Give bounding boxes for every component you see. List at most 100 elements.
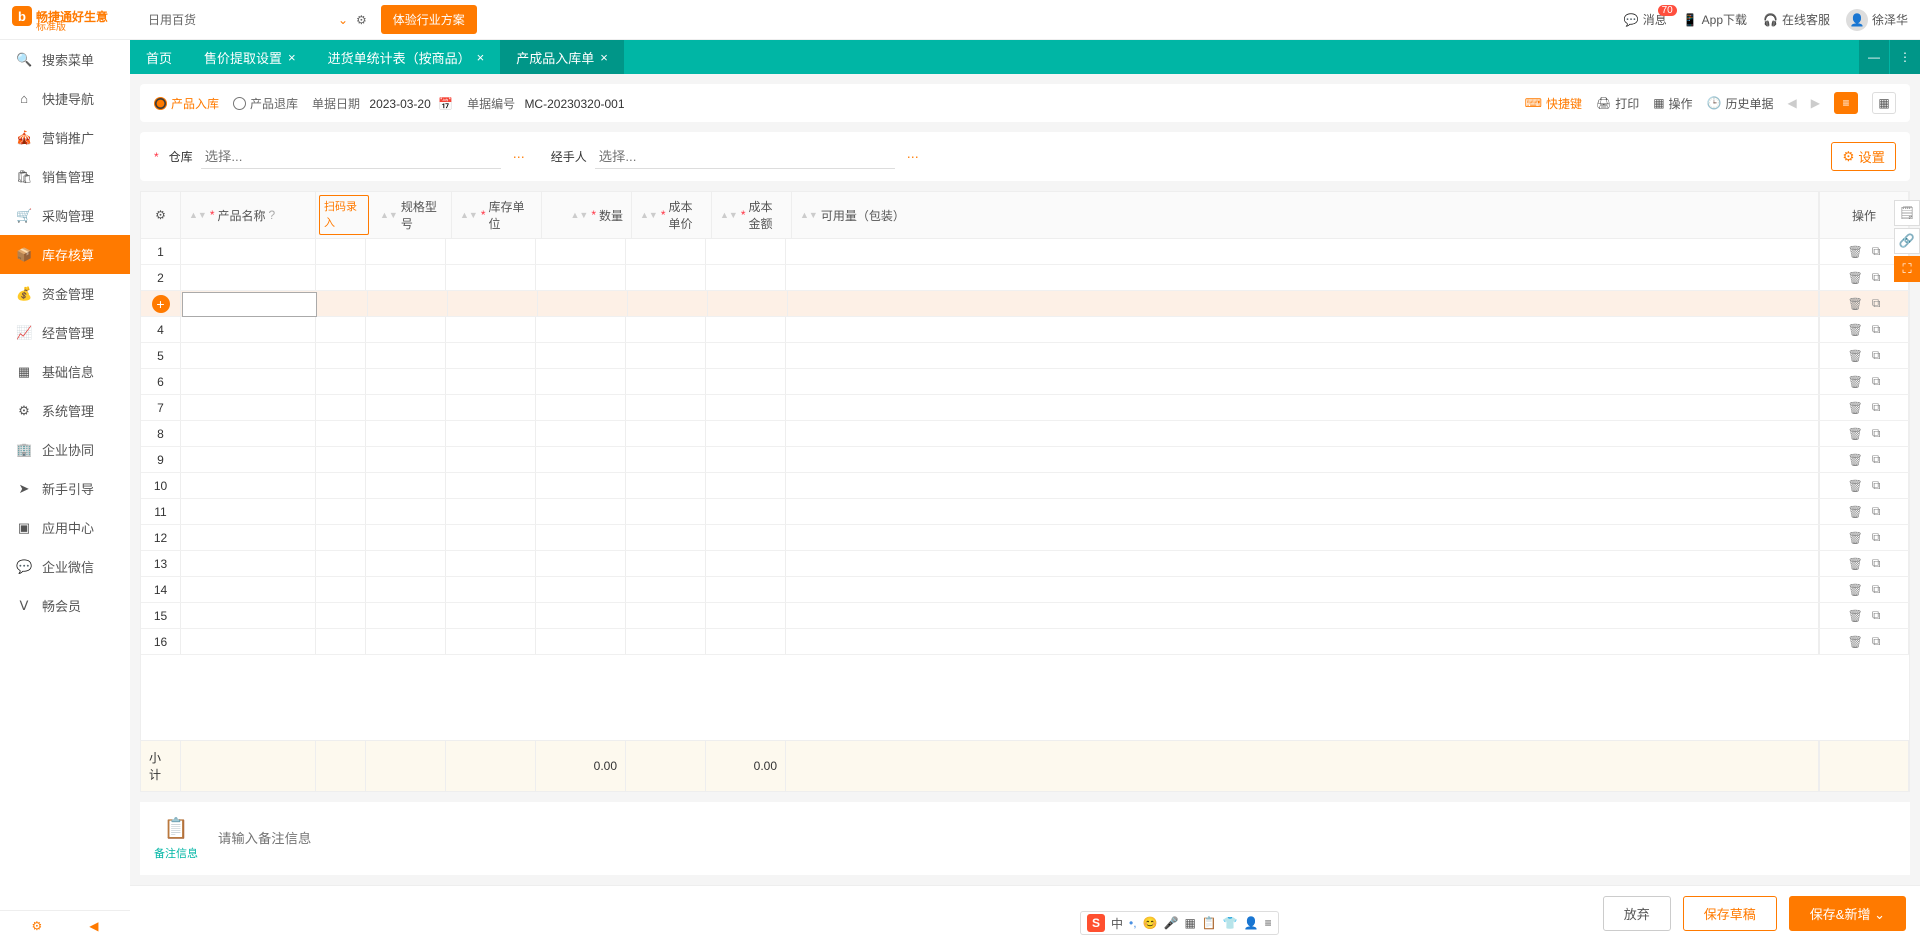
cell-qty[interactable] [536,239,626,264]
sidebar-item-1[interactable]: ⌂快捷导航 [0,79,130,118]
delete-icon[interactable]: 🗑 [1848,375,1863,389]
sidebar-item-13[interactable]: 💬企业微信 [0,547,130,586]
cell-name[interactable] [181,421,316,446]
cell-price[interactable] [626,473,706,498]
cell-unit[interactable] [448,291,538,316]
cell-qty[interactable] [536,369,626,394]
delete-icon[interactable]: 🗑 [1848,635,1863,649]
close-icon[interactable]: × [477,50,485,65]
delete-icon[interactable]: 🗑 [1848,323,1863,337]
cell-name[interactable] [181,629,316,654]
close-icon[interactable]: × [288,50,296,65]
delete-icon[interactable]: 🗑 [1848,609,1863,623]
user-menu[interactable]: 👤 徐泽华 [1846,9,1908,31]
table-row[interactable]: 5🗑⧉ [141,343,1909,369]
cell-price[interactable] [626,421,706,446]
cell-amt[interactable] [706,369,786,394]
handler-input[interactable] [595,145,895,169]
add-row-button[interactable]: + [152,295,170,313]
cell-name[interactable] [181,473,316,498]
sidebar-item-7[interactable]: 📈经营管理 [0,313,130,352]
cell-price[interactable] [626,239,706,264]
cell-amt[interactable] [706,473,786,498]
cell-qty[interactable] [536,447,626,472]
business-selector[interactable]: 日用百货 ⌄ [148,11,348,28]
sidebar-item-6[interactable]: 💰资金管理 [0,274,130,313]
cell-name[interactable] [181,239,316,264]
cell-spec[interactable] [366,551,446,576]
table-row[interactable]: 13🗑⧉ [141,551,1909,577]
cell-price[interactable] [626,499,706,524]
cell-unit[interactable] [446,317,536,342]
print-link[interactable]: 🖨打印 [1596,95,1639,112]
cell-amt[interactable] [706,265,786,290]
cell-spec[interactable] [366,343,446,368]
cell-amt[interactable] [706,603,786,628]
delete-icon[interactable]: 🗑 [1848,557,1863,571]
cell-spec[interactable] [366,473,446,498]
delete-icon[interactable]: 🗑 [1848,453,1863,467]
cell-price[interactable] [626,603,706,628]
cell-spec[interactable] [366,629,446,654]
prev-icon[interactable]: ◀ [1788,96,1797,110]
sidebar-item-9[interactable]: ⚙系统管理 [0,391,130,430]
cell-qty[interactable] [538,291,628,316]
save-new-button[interactable]: 保存&新增 ⌄ [1789,896,1906,931]
cell-qty[interactable] [536,577,626,602]
tab-1[interactable]: 售价提取设置× [188,40,312,74]
col-name[interactable]: ▲▼*产品名称? [181,192,316,238]
history-link[interactable]: 🕒历史单据 [1707,95,1774,112]
warehouse-input[interactable] [201,145,501,169]
radio-product-out[interactable]: 产品退库 [233,95,298,112]
cell-name[interactable] [181,447,316,472]
col-spec[interactable]: ▲▼规格型号 [372,192,452,238]
table-row[interactable]: 8🗑⧉ [141,421,1909,447]
col-unit[interactable]: ▲▼*库存单位 [452,192,542,238]
col-qty[interactable]: ▲▼*数量 [542,192,632,238]
view-list[interactable]: ≡ [1834,92,1858,114]
col-avail[interactable]: ▲▼可用量（包装） [792,192,1819,238]
view-card[interactable]: ▦ [1872,92,1896,114]
cell-amt[interactable] [706,421,786,446]
sidebar-item-11[interactable]: ➤新手引导 [0,469,130,508]
delete-icon[interactable]: 🗑 [1848,583,1863,597]
delete-icon[interactable]: 🗑 [1848,505,1863,519]
cell-name[interactable] [181,525,316,550]
table-row[interactable]: 11🗑⧉ [141,499,1909,525]
service-link[interactable]: 🎧 在线客服 [1763,11,1830,28]
cell-qty[interactable] [536,629,626,654]
cell-name[interactable] [181,551,316,576]
ops-link[interactable]: ▦操作 [1653,95,1692,112]
rail-note[interactable]: 🗒 [1894,200,1920,226]
cell-price[interactable] [626,551,706,576]
cell-spec[interactable] [366,499,446,524]
cell-name[interactable] [181,395,316,420]
gear-icon[interactable]: ⚙ [356,13,367,27]
cell-amt[interactable] [706,239,786,264]
cell-unit[interactable] [446,473,536,498]
cell-name[interactable] [181,343,316,368]
cell-price[interactable] [628,291,708,316]
sidebar-item-2[interactable]: 🎪营销推广 [0,118,130,157]
cell-unit[interactable] [446,343,536,368]
cell-unit[interactable] [446,525,536,550]
scan-button[interactable]: 扫码录入 [319,195,369,235]
table-row[interactable]: 15🗑⧉ [141,603,1909,629]
cell-qty[interactable] [536,421,626,446]
cell-spec[interactable] [366,395,446,420]
copy-icon[interactable]: ⧉ [1872,582,1881,597]
copy-icon[interactable]: ⧉ [1872,452,1881,467]
delete-icon[interactable]: 🗑 [1848,271,1863,285]
cell-amt[interactable] [706,551,786,576]
sidebar-item-14[interactable]: Ⅴ畅会员 [0,586,130,625]
cell-qty[interactable] [536,343,626,368]
cell-price[interactable] [626,525,706,550]
delete-icon[interactable]: 🗑 [1848,349,1863,363]
cell-qty[interactable] [536,473,626,498]
messages-link[interactable]: 💬 消息 70 [1624,11,1667,28]
col-gear[interactable]: ⚙ [141,192,181,238]
table-row[interactable]: 2🗑⧉ [141,265,1909,291]
tab-minimize[interactable]: — [1859,40,1889,74]
table-row[interactable]: 7🗑⧉ [141,395,1909,421]
cell-amt[interactable] [706,499,786,524]
